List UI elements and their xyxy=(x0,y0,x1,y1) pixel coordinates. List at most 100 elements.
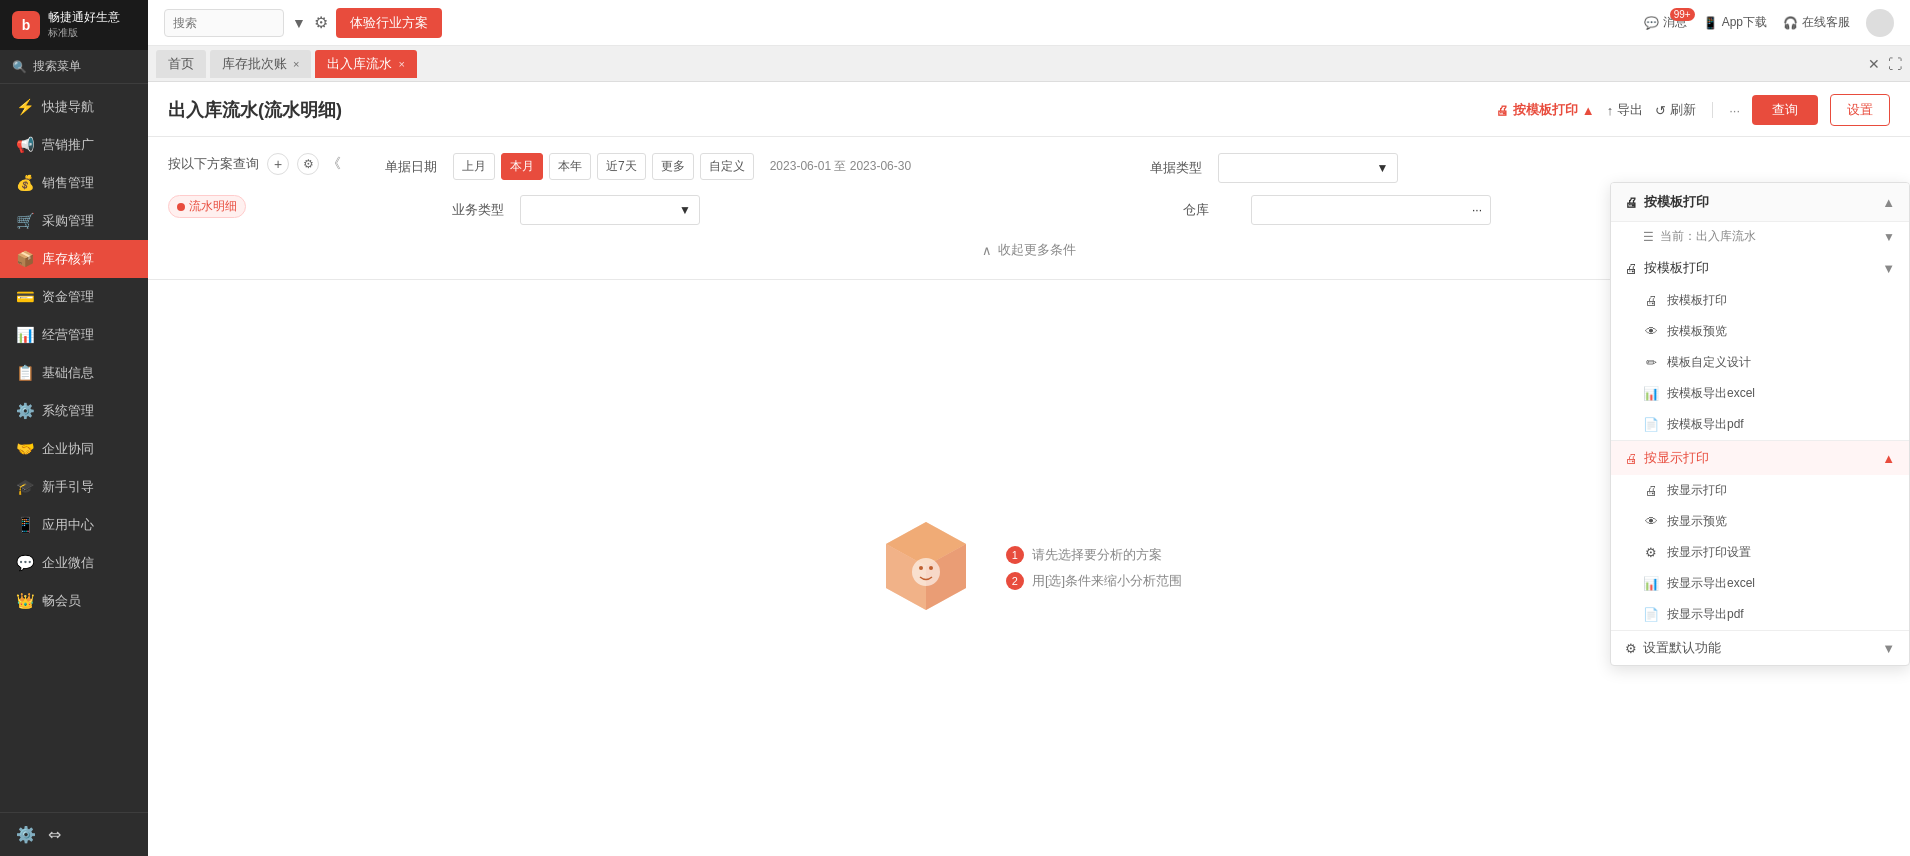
sidebar-item-apps[interactable]: 📱 应用中心 xyxy=(0,506,148,544)
settings-bottom-icon[interactable]: ⚙️ xyxy=(16,825,36,844)
app-download-button[interactable]: 📱 App下载 xyxy=(1703,14,1767,31)
ellipsis-icon: ··· xyxy=(1472,203,1482,217)
tab-home[interactable]: 首页 xyxy=(156,50,206,78)
sidebar-item-basics[interactable]: 📋 基础信息 xyxy=(0,354,148,392)
print-template-button[interactable]: 🖨 按模板打印 ▲ xyxy=(1496,101,1595,119)
filter-settings-button[interactable]: ⚙ xyxy=(297,153,319,175)
collapse-label: 收起更多条件 xyxy=(998,241,1076,259)
sidebar-item-purchase[interactable]: 🛒 采购管理 xyxy=(0,202,148,240)
sidebar-item-wechat[interactable]: 💬 企业微信 xyxy=(0,544,148,582)
finance-icon: 💳 xyxy=(16,288,34,306)
page-content: 出入库流水(流水明细) 🖨 按模板打印 ▲ ↑ 导出 ↺ 刷新 ··· 查询 xyxy=(148,82,1910,856)
chevron-down-template-icon: ▼ xyxy=(1882,261,1895,276)
sidebar-item-sales[interactable]: 💰 销售管理 xyxy=(0,164,148,202)
dropdown-current-item[interactable]: ☰ 当前：出入库流水 ▼ xyxy=(1611,222,1909,251)
query-button[interactable]: 查询 xyxy=(1752,95,1818,125)
template-excel-item[interactable]: 📊 按模板导出excel xyxy=(1611,378,1909,409)
user-avatar[interactable] xyxy=(1866,9,1894,37)
date-btn-last-month[interactable]: 上月 xyxy=(453,153,495,180)
date-btn-this-month[interactable]: 本月 xyxy=(501,153,543,180)
template-pdf-label: 按模板导出pdf xyxy=(1667,416,1744,433)
more-options-icon[interactable]: ··· xyxy=(1729,103,1740,118)
sidebar-item-finance[interactable]: 💳 资金管理 xyxy=(0,278,148,316)
filter-add-button[interactable]: + xyxy=(267,153,289,175)
sidebar-search-area[interactable]: 🔍 搜索菜单 xyxy=(0,50,148,84)
template-pdf-item[interactable]: 📄 按模板导出pdf xyxy=(1611,409,1909,440)
sidebar-item-management[interactable]: 📊 经营管理 xyxy=(0,316,148,354)
flow-detail-tag[interactable]: 流水明细 xyxy=(168,195,246,218)
display-pdf-item[interactable]: 📄 按显示导出pdf xyxy=(1611,599,1909,630)
sidebar-item-quick-nav[interactable]: ⚡ 快捷导航 xyxy=(0,88,148,126)
date-btn-more[interactable]: 更多 xyxy=(652,153,694,180)
tabs-bar: 首页 库存批次账 × 出入库流水 × ✕ ⛶ xyxy=(148,46,1910,82)
hint-number-1: 1 xyxy=(1006,546,1024,564)
template-section-title: 按模板打印 xyxy=(1644,259,1709,277)
export-label: 导出 xyxy=(1617,101,1643,119)
filter-section-controls: 按以下方案查询 + ⚙ 《 xyxy=(168,153,341,175)
topbar-dropdown-button[interactable]: ▼ xyxy=(292,15,306,31)
sidebar-item-marketing[interactable]: 📢 营销推广 xyxy=(0,126,148,164)
logo-icon: b xyxy=(12,11,40,39)
date-btn-7days[interactable]: 近7天 xyxy=(597,153,646,180)
sidebar-item-label: 快捷导航 xyxy=(42,98,94,116)
sidebar-item-label: 资金管理 xyxy=(42,288,94,306)
tab-batch-account[interactable]: 库存批次账 × xyxy=(210,50,311,78)
template-preview-item[interactable]: 👁 按模板预览 xyxy=(1611,316,1909,347)
sidebar-item-inventory[interactable]: 📦 库存核算 xyxy=(0,240,148,278)
dropdown-current-label: 当前：出入库流水 xyxy=(1660,228,1877,245)
sidebar-item-member[interactable]: 👑 畅会员 xyxy=(0,582,148,620)
tabs-close-all-button[interactable]: ✕ xyxy=(1868,56,1880,72)
tab-batch-close[interactable]: × xyxy=(293,58,299,70)
apps-icon: 📱 xyxy=(16,516,34,534)
export-button[interactable]: ↑ 导出 xyxy=(1607,101,1644,119)
display-settings-icon: ⚙ xyxy=(1643,545,1659,561)
sidebar-item-system[interactable]: ⚙️ 系统管理 xyxy=(0,392,148,430)
tabs-fullscreen-button[interactable]: ⛶ xyxy=(1888,56,1902,72)
warehouse-filter-select[interactable]: ··· xyxy=(1251,195,1491,225)
template-design-item[interactable]: ✏ 模板自定义设计 xyxy=(1611,347,1909,378)
sidebar-item-label: 基础信息 xyxy=(42,364,94,382)
message-badge: 99+ xyxy=(1670,8,1695,21)
sidebar-item-collab[interactable]: 🤝 企业协同 xyxy=(0,430,148,468)
display-print-settings-item[interactable]: ⚙ 按显示打印设置 xyxy=(1611,537,1909,568)
template-section-header[interactable]: 🖨 按模板打印 ▼ xyxy=(1611,251,1909,285)
topbar-right: 💬 消息 99+ 📱 App下载 🎧 在线客服 xyxy=(1644,9,1894,37)
collab-icon: 🤝 xyxy=(16,440,34,458)
template-print-item[interactable]: 🖨 按模板打印 xyxy=(1611,285,1909,316)
tab-inventory-flow[interactable]: 出入库流水 × xyxy=(315,50,416,78)
display-print-item[interactable]: 🖨 按显示打印 xyxy=(1611,475,1909,506)
topbar-gear-icon[interactable]: ⚙ xyxy=(314,13,328,32)
display-excel-item[interactable]: 📊 按显示导出excel xyxy=(1611,568,1909,599)
business-filter-select[interactable]: ▼ xyxy=(520,195,700,225)
settings-button[interactable]: 设置 xyxy=(1830,94,1890,126)
management-icon: 📊 xyxy=(16,326,34,344)
tab-flow-close[interactable]: × xyxy=(398,58,404,70)
type-filter-select[interactable]: ▼ xyxy=(1218,153,1398,183)
sidebar-item-label: 采购管理 xyxy=(42,212,94,230)
dropdown-footer[interactable]: ⚙ 设置默认功能 ▼ xyxy=(1611,631,1909,665)
display-preview-label: 按显示预览 xyxy=(1667,513,1727,530)
topbar-search-input[interactable] xyxy=(164,9,284,37)
date-btn-custom[interactable]: 自定义 xyxy=(700,153,754,180)
collapse-icon[interactable]: ⇔ xyxy=(48,825,61,844)
message-button[interactable]: 💬 消息 99+ xyxy=(1644,14,1687,31)
industry-solution-button[interactable]: 体验行业方案 xyxy=(336,8,442,38)
marketing-icon: 📢 xyxy=(16,136,34,154)
sidebar-item-guide[interactable]: 🎓 新手引导 xyxy=(0,468,148,506)
print-item-icon: 🖨 xyxy=(1643,293,1659,309)
dropdown-header: 🖨 按模板打印 ▲ xyxy=(1611,183,1909,222)
display-excel-icon: 📊 xyxy=(1643,576,1659,592)
template-print-section: 🖨 按模板打印 ▼ 🖨 按模板打印 👁 按模板预览 ✏ 模板自定义设计 xyxy=(1611,251,1909,441)
display-section-header[interactable]: 🖨 按显示打印 ▲ xyxy=(1611,441,1909,475)
sidebar: b 畅捷通好生意 标准版 🔍 搜索菜单 ⚡ 快捷导航 📢 营销推广 💰 销售管理… xyxy=(0,0,148,856)
chevron-up-header-icon: ▲ xyxy=(1882,195,1895,210)
app-download-icon: 📱 xyxy=(1703,16,1718,30)
refresh-button[interactable]: ↺ 刷新 xyxy=(1655,101,1696,119)
filter-collapse-button[interactable]: 《 xyxy=(327,155,341,173)
online-service-button[interactable]: 🎧 在线客服 xyxy=(1783,14,1850,31)
display-preview-item[interactable]: 👁 按显示预览 xyxy=(1611,506,1909,537)
chevron-up-display-icon: ▲ xyxy=(1882,451,1895,466)
date-btn-this-year[interactable]: 本年 xyxy=(549,153,591,180)
search-menu-button[interactable]: 🔍 搜索菜单 xyxy=(12,58,81,75)
business-filter-label: 业务类型 xyxy=(452,201,512,219)
